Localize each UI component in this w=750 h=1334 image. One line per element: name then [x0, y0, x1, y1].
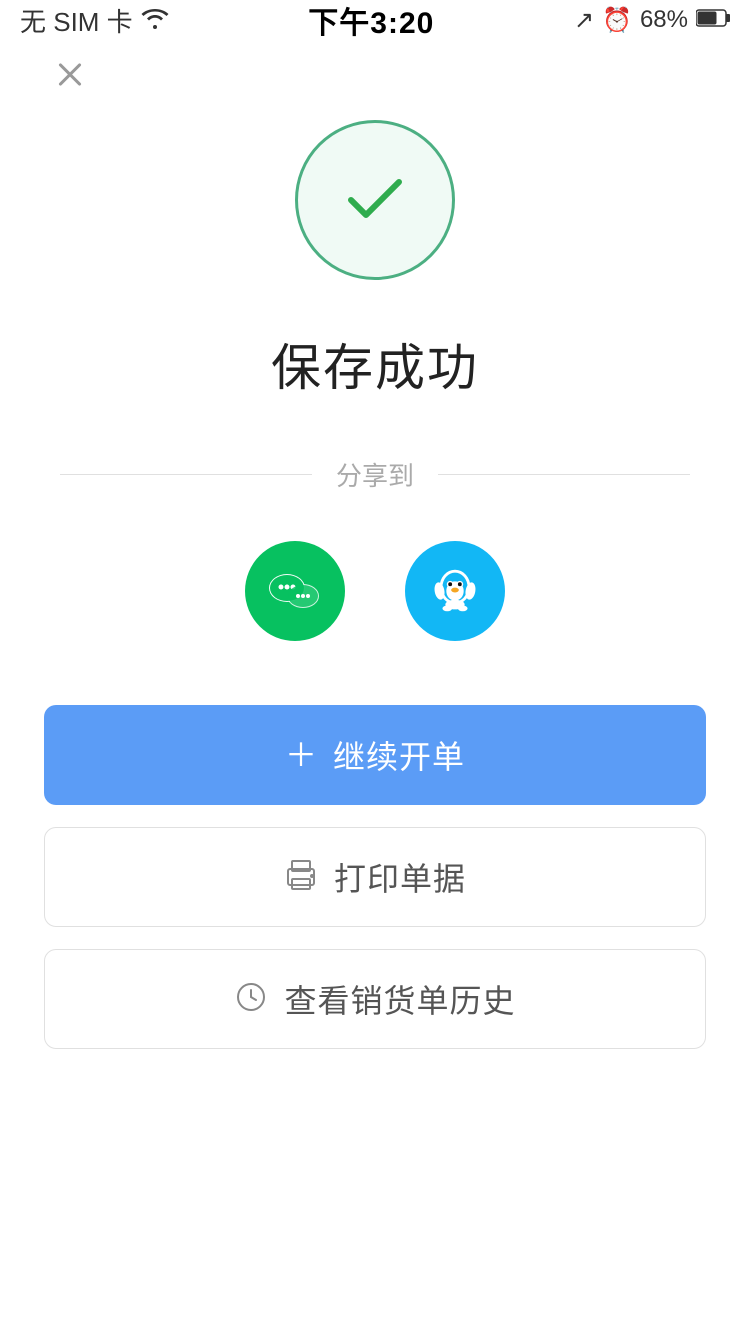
history-button[interactable]: 查看销货单历史 — [44, 949, 706, 1049]
battery-icon — [696, 6, 730, 34]
history-icon — [234, 980, 268, 1019]
divider-line-left — [60, 474, 312, 475]
share-label: 分享到 — [312, 456, 438, 493]
divider-line-right — [438, 474, 690, 475]
success-circle — [295, 120, 455, 280]
continue-button[interactable]: ＋ 继续开单 — [44, 705, 706, 805]
action-buttons: ＋ 继续开单 打印单据 查看销货单历史 — [0, 705, 750, 1049]
history-label: 查看销货单历史 — [284, 976, 515, 1022]
wifi-icon — [141, 5, 169, 36]
continue-label: 继续开单 — [333, 732, 465, 778]
status-left: 无 SIM 卡 — [20, 2, 169, 39]
location-icon: ↗ — [574, 6, 594, 35]
close-button[interactable] — [48, 52, 92, 96]
status-bar: 无 SIM 卡 下午3:20 ↗ ⏰ 68% — [0, 0, 750, 40]
plus-icon: ＋ — [285, 739, 317, 771]
share-icons-row — [245, 541, 505, 641]
alarm-icon: ⏰ — [602, 6, 632, 35]
share-qq-button[interactable] — [405, 541, 505, 641]
success-title: 保存成功 — [271, 328, 479, 400]
no-sim-text: 无 SIM 卡 — [20, 2, 133, 39]
share-wechat-button[interactable] — [245, 541, 345, 641]
status-time: 下午3:20 — [308, 0, 434, 42]
share-divider: 分享到 — [0, 456, 750, 493]
print-label: 打印单据 — [334, 854, 466, 900]
print-button[interactable]: 打印单据 — [44, 827, 706, 927]
battery-text: 68% — [640, 6, 688, 34]
main-content: 保存成功 分享到 — [0, 40, 750, 1049]
print-icon — [284, 859, 318, 896]
status-right: ↗ ⏰ 68% — [574, 6, 730, 35]
